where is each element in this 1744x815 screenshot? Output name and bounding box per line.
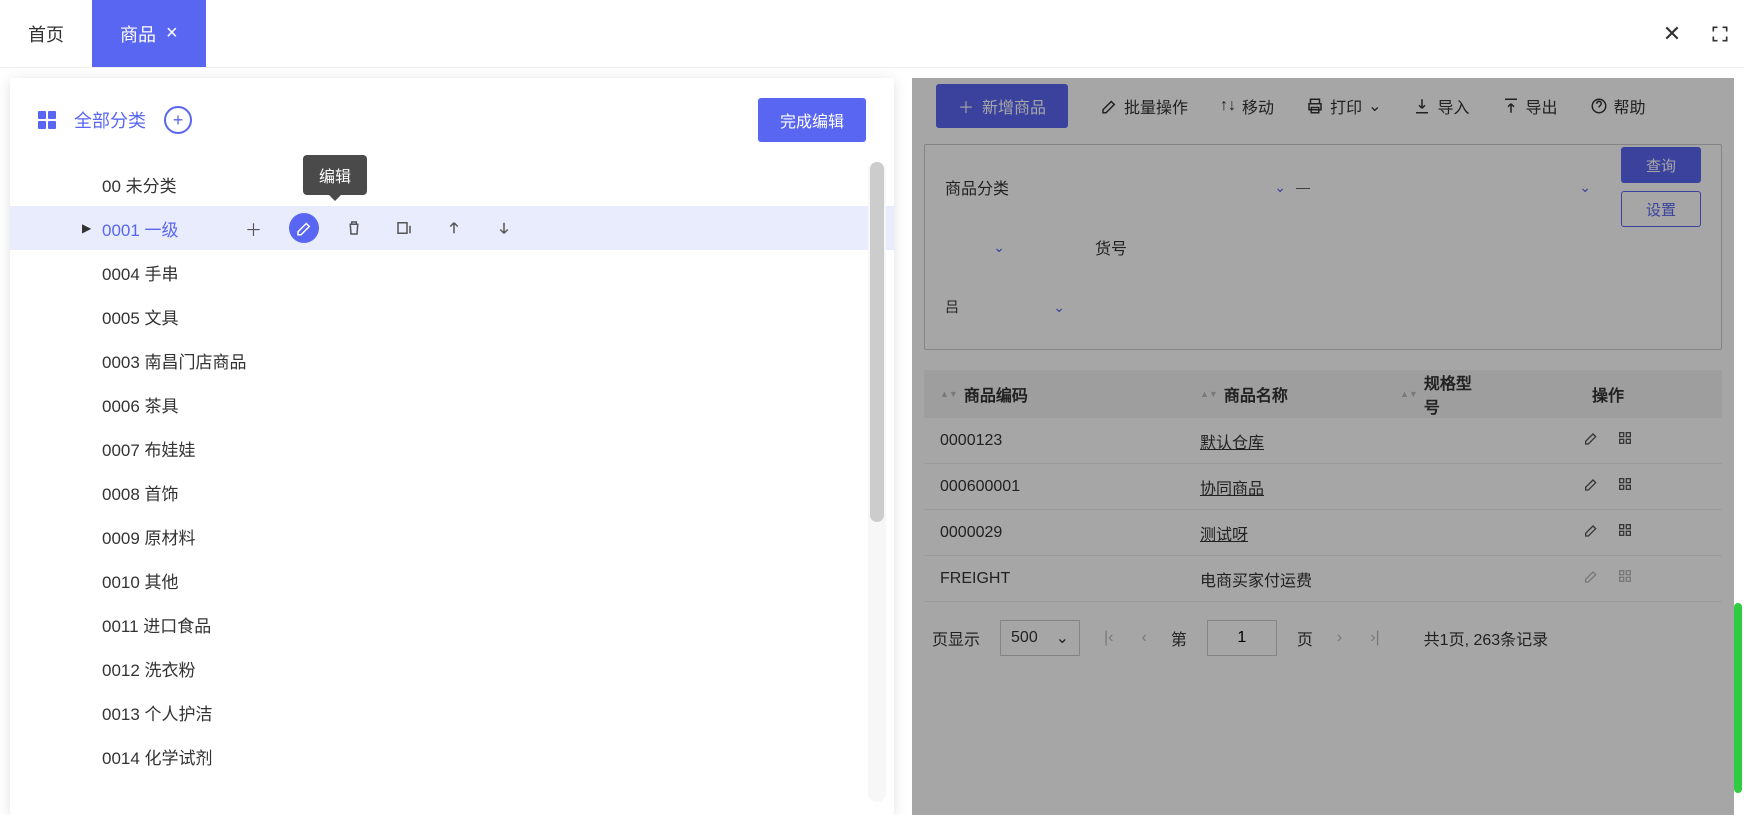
delete-icon[interactable] xyxy=(339,213,369,243)
tab-product[interactable]: 商品 × xyxy=(92,0,206,67)
category-node[interactable]: 0007 布娃娃 xyxy=(102,426,894,470)
grid-icon xyxy=(38,111,56,129)
category-label: 0008 首饰 xyxy=(102,480,179,505)
move-down-icon[interactable] xyxy=(489,213,519,243)
category-node[interactable]: 0005 文具 xyxy=(102,294,894,338)
category-node[interactable]: 0003 南昌门店商品 xyxy=(102,338,894,382)
category-node[interactable]: 0009 原材料 xyxy=(102,514,894,558)
category-label: 0007 布娃娃 xyxy=(102,436,196,461)
done-edit-button[interactable]: 完成编辑 xyxy=(758,98,866,142)
category-label: 0014 化学试剂 xyxy=(102,744,213,769)
tab-home[interactable]: 首页 xyxy=(0,0,92,67)
page-scrollbar[interactable] xyxy=(1734,603,1742,793)
category-node[interactable]: 0014 化学试剂 xyxy=(102,734,894,778)
category-node[interactable]: 0006 茶具 xyxy=(102,382,894,426)
category-node[interactable]: 0004 手串 xyxy=(102,250,894,294)
add-category-button[interactable]: + xyxy=(164,106,192,134)
category-label: 0009 原材料 xyxy=(102,524,196,549)
category-label: 0005 文具 xyxy=(102,304,179,329)
category-node[interactable]: 0013 个人护洁 xyxy=(102,690,894,734)
all-categories-label[interactable]: 全部分类 xyxy=(74,107,146,133)
category-label: 0004 手串 xyxy=(102,260,179,285)
modal-backdrop[interactable] xyxy=(912,78,1734,815)
edit-icon[interactable] xyxy=(289,213,319,243)
category-label: 0003 南昌门店商品 xyxy=(102,348,247,373)
category-label: 0001 一级 xyxy=(102,216,179,241)
category-label: 0013 个人护洁 xyxy=(102,700,213,725)
move-to-icon[interactable] xyxy=(389,213,419,243)
category-label: 0011 进口食品 xyxy=(102,612,211,637)
category-node[interactable]: 0012 洗衣粉 xyxy=(102,646,894,690)
close-all-icon[interactable]: ✕ xyxy=(1648,0,1696,67)
add-child-icon[interactable]: ＋ xyxy=(239,213,269,243)
scrollbar-thumb[interactable] xyxy=(870,162,884,522)
category-node[interactable]: 00 未分类 xyxy=(102,162,894,206)
tab-product-label: 商品 xyxy=(120,21,156,47)
move-up-icon[interactable] xyxy=(439,213,469,243)
category-node[interactable]: 0011 进口食品 xyxy=(102,602,894,646)
category-node[interactable]: 0010 其他 xyxy=(102,558,894,602)
caret-right-icon: ▶ xyxy=(82,221,91,235)
category-tree: 00 未分类 ▶ 0001 一级 ＋ 0004 手串 0005 文具 0003 南昌门店商品… xyxy=(10,162,894,802)
category-node[interactable]: 0008 首饰 xyxy=(102,470,894,514)
category-editor-panel: 全部分类 + 完成编辑 00 未分类 ▶ 0001 一级 ＋ 0004 手串 0005 文… xyxy=(10,78,894,815)
category-label: 0012 洗衣粉 xyxy=(102,656,196,681)
tab-bar: 首页 商品 × ✕ xyxy=(0,0,1744,68)
category-label: 0010 其他 xyxy=(102,568,179,593)
category-label: 0006 茶具 xyxy=(102,392,179,417)
close-icon[interactable]: × xyxy=(166,22,178,45)
tooltip: 编辑 xyxy=(303,155,367,195)
category-node[interactable]: ▶ 0001 一级 ＋ xyxy=(10,206,894,250)
category-label: 00 未分类 xyxy=(102,172,177,197)
fullscreen-icon[interactable] xyxy=(1696,0,1744,67)
scrollbar-track[interactable] xyxy=(868,162,886,802)
